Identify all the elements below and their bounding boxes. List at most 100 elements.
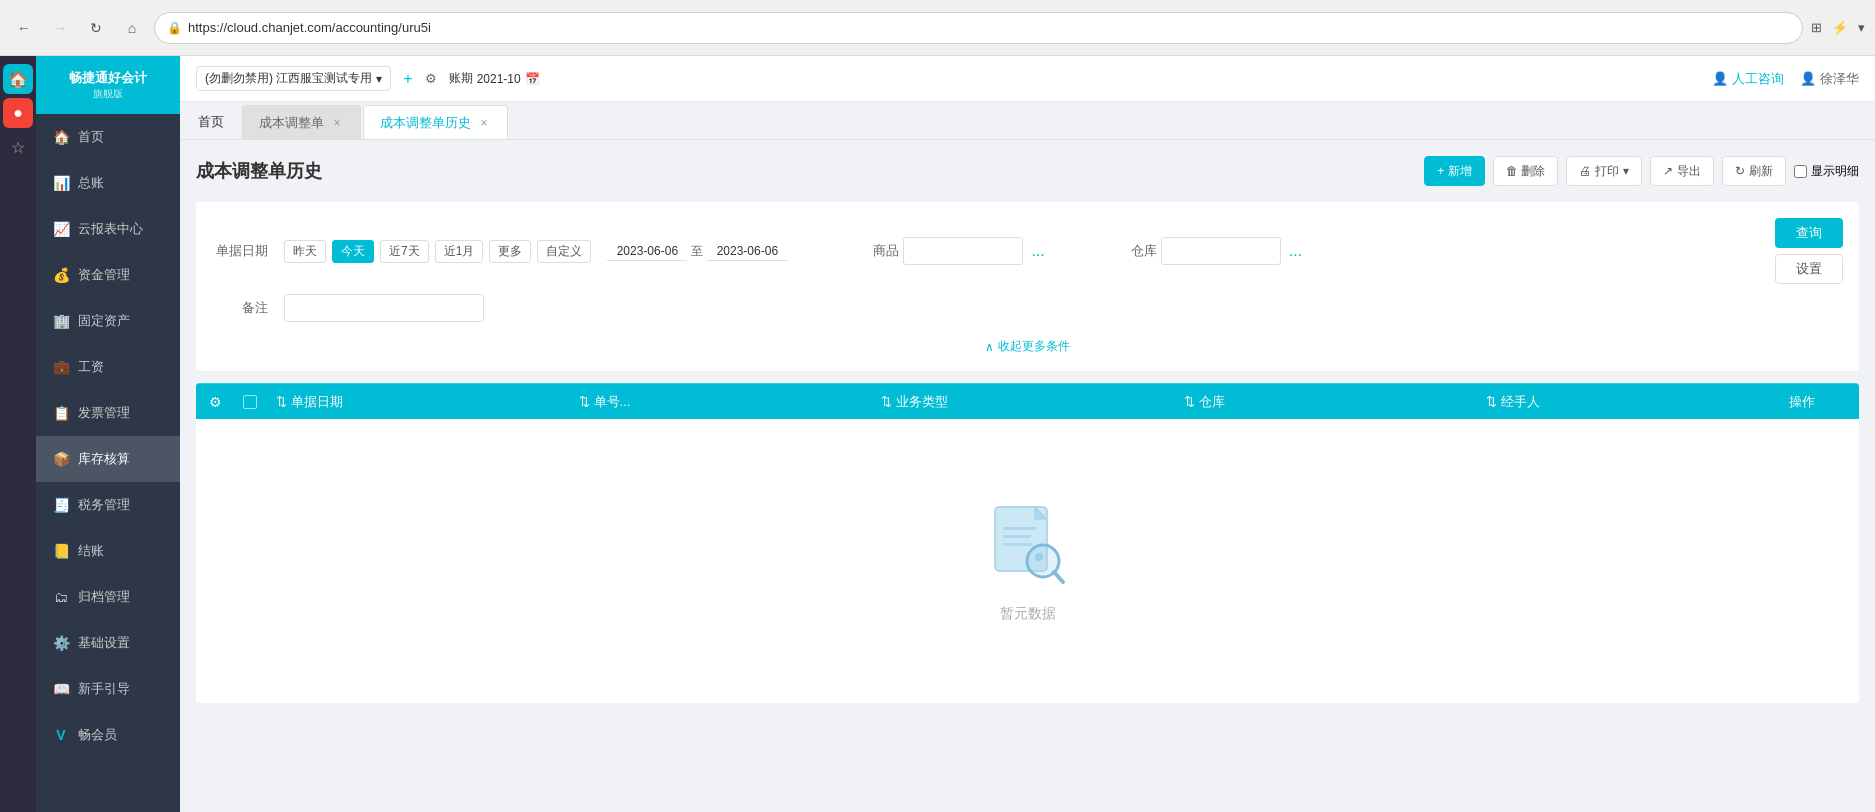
sidebar-item-vip[interactable]: V 畅会员 [36, 712, 180, 758]
forward-button[interactable]: → [46, 14, 74, 42]
goods-select[interactable] [903, 237, 1023, 265]
empty-illustration [983, 499, 1073, 589]
display-cols-toggle[interactable]: 显示明细 [1794, 163, 1859, 180]
rail-icon-star[interactable]: ☆ [3, 132, 33, 162]
sidebar-item-label: 畅会员 [78, 726, 117, 744]
account-name: (勿删勿禁用) 江西服宝测试专用 [205, 70, 372, 87]
account-selector[interactable]: (勿删勿禁用) 江西服宝测试专用 ▾ [196, 66, 391, 91]
th-date[interactable]: ⇅ 单据日期 [266, 393, 569, 411]
add-account-btn[interactable]: + [403, 70, 412, 88]
browser-tool-apps[interactable]: ⊞ [1811, 20, 1822, 35]
account-dropdown-icon: ▾ [376, 72, 382, 86]
rail-icon-main[interactable]: 🏠 [3, 64, 33, 94]
user-avatar: 👤 [1800, 71, 1816, 86]
archive-icon: 🗂 [52, 589, 70, 605]
sidebar-item-label: 固定资产 [78, 312, 130, 330]
goods-dots[interactable]: ... [1031, 242, 1044, 260]
table-settings-icon[interactable]: ⚙ [204, 390, 226, 414]
th-warehouse-label: 仓库 [1199, 393, 1225, 411]
delete-button[interactable]: 🗑 删除 [1493, 156, 1558, 186]
select-all-checkbox[interactable] [243, 395, 257, 409]
sidebar-item-reports[interactable]: 📈 云报表中心 [36, 206, 180, 252]
svg-rect-3 [1003, 535, 1031, 538]
empty-state: 暂元数据 [196, 419, 1859, 703]
sidebar-logo[interactable]: 畅捷通好会计 旗舰版 [36, 56, 180, 114]
action-buttons: 查询 设置 [1775, 218, 1843, 284]
sidebar-item-tax[interactable]: 🧾 税务管理 [36, 482, 180, 528]
th-number-sort-icon: ⇅ [579, 394, 590, 409]
svg-line-6 [1054, 572, 1063, 582]
date-more[interactable]: 更多 [489, 240, 531, 263]
reload-button[interactable]: ↻ [82, 14, 110, 42]
page-title: 成本调整单历史 [196, 159, 322, 183]
tab-cost-adjustment-label: 成本调整单 [259, 114, 324, 132]
sidebar-item-invoice[interactable]: 📋 发票管理 [36, 390, 180, 436]
salary-icon: 💼 [52, 359, 70, 375]
sidebar-item-label: 云报表中心 [78, 220, 143, 238]
tab-home[interactable]: 首页 [182, 105, 240, 139]
date-custom[interactable]: 自定义 [537, 240, 591, 263]
th-warehouse[interactable]: ⇅ 仓库 [1174, 393, 1477, 411]
home-button[interactable]: ⌂ [118, 14, 146, 42]
sidebar-item-ledger[interactable]: 📊 总账 [36, 160, 180, 206]
service-btn[interactable]: 👤 人工咨询 [1712, 70, 1784, 88]
export-button[interactable]: ↗ 导出 [1650, 156, 1714, 186]
sidebar-item-label: 新手引导 [78, 680, 130, 698]
sidebar-item-label: 资金管理 [78, 266, 130, 284]
sidebar-item-home[interactable]: 🏠 首页 [36, 114, 180, 160]
top-bar-right: 👤 人工咨询 👤 徐泽华 [1712, 70, 1859, 88]
address-bar[interactable]: 🔒 https://cloud.chanjet.com/accounting/u… [154, 12, 1803, 44]
display-cols-checkbox[interactable] [1794, 165, 1807, 178]
svg-rect-2 [1003, 527, 1037, 530]
sidebar-item-assets[interactable]: 🏢 固定资产 [36, 298, 180, 344]
collapse-icon: ∧ [985, 340, 994, 354]
rail-icon-red[interactable]: ● [3, 98, 33, 128]
sidebar-item-guide[interactable]: 📖 新手引导 [36, 666, 180, 712]
date-1month[interactable]: 近1月 [435, 240, 484, 263]
user-name: 徐泽华 [1820, 70, 1859, 88]
date-from-input[interactable] [607, 242, 687, 261]
gear-icon[interactable]: ⚙ [425, 71, 437, 86]
tab-cost-adjustment[interactable]: 成本调整单 × [242, 105, 361, 139]
tab-cost-adjustment-history[interactable]: 成本调整单历史 × [363, 105, 508, 139]
warehouse-dots[interactable]: ... [1289, 242, 1302, 260]
sidebar-item-archive[interactable]: 🗂 归档管理 [36, 574, 180, 620]
back-button[interactable]: ← [10, 14, 38, 42]
browser-tool-chevron[interactable]: ▾ [1858, 20, 1865, 35]
setting-button[interactable]: 设置 [1775, 254, 1843, 284]
th-handler[interactable]: ⇅ 经手人 [1476, 393, 1779, 411]
tab-cost-adjustment-close[interactable]: × [330, 116, 344, 130]
refresh-button[interactable]: ↻ 刷新 [1722, 156, 1786, 186]
browser-tool-bolt[interactable]: ⚡ [1832, 20, 1848, 35]
th-number[interactable]: ⇅ 单号... [569, 393, 872, 411]
date-to-input[interactable] [707, 242, 787, 261]
sidebar-item-funds[interactable]: 💰 资金管理 [36, 252, 180, 298]
warehouse-label: 仓库 [1101, 242, 1157, 260]
warehouse-select[interactable] [1161, 237, 1281, 265]
tab-history-close[interactable]: × [477, 116, 491, 130]
url-text: https://cloud.chanjet.com/accounting/uru… [188, 20, 431, 35]
sidebar-item-label: 归档管理 [78, 588, 130, 606]
th-type[interactable]: ⇅ 业务类型 [871, 393, 1174, 411]
browser-chrome: ← → ↻ ⌂ 🔒 https://cloud.chanjet.com/acco… [0, 0, 1875, 56]
date-today[interactable]: 今天 [332, 240, 374, 263]
remark-input[interactable] [284, 294, 484, 322]
calendar-icon[interactable]: 📅 [525, 72, 540, 86]
home-icon: 🏠 [52, 129, 70, 145]
date-7days[interactable]: 近7天 [380, 240, 429, 263]
goods-label: 商品 [843, 242, 899, 260]
sidebar-item-close-accounts[interactable]: 📒 结账 [36, 528, 180, 574]
th-warehouse-sort-icon: ⇅ [1184, 394, 1195, 409]
icon-rail: 🏠 ● ☆ [0, 56, 36, 812]
print-button[interactable]: 🖨 打印 ▾ [1566, 156, 1642, 186]
query-button[interactable]: 查询 [1775, 218, 1843, 248]
sidebar-item-inventory[interactable]: 📦 库存核算 [36, 436, 180, 482]
date-yesterday[interactable]: 昨天 [284, 240, 326, 263]
sidebar-item-salary[interactable]: 💼 工资 [36, 344, 180, 390]
new-button[interactable]: + 新增 [1424, 156, 1484, 186]
service-label: 人工咨询 [1732, 70, 1784, 88]
sidebar-item-settings[interactable]: ⚙️ 基础设置 [36, 620, 180, 666]
collapse-btn[interactable]: ∧ 收起更多条件 [212, 332, 1843, 355]
user-info[interactable]: 👤 徐泽华 [1800, 70, 1859, 88]
date-filter-label: 单据日期 [212, 242, 268, 260]
